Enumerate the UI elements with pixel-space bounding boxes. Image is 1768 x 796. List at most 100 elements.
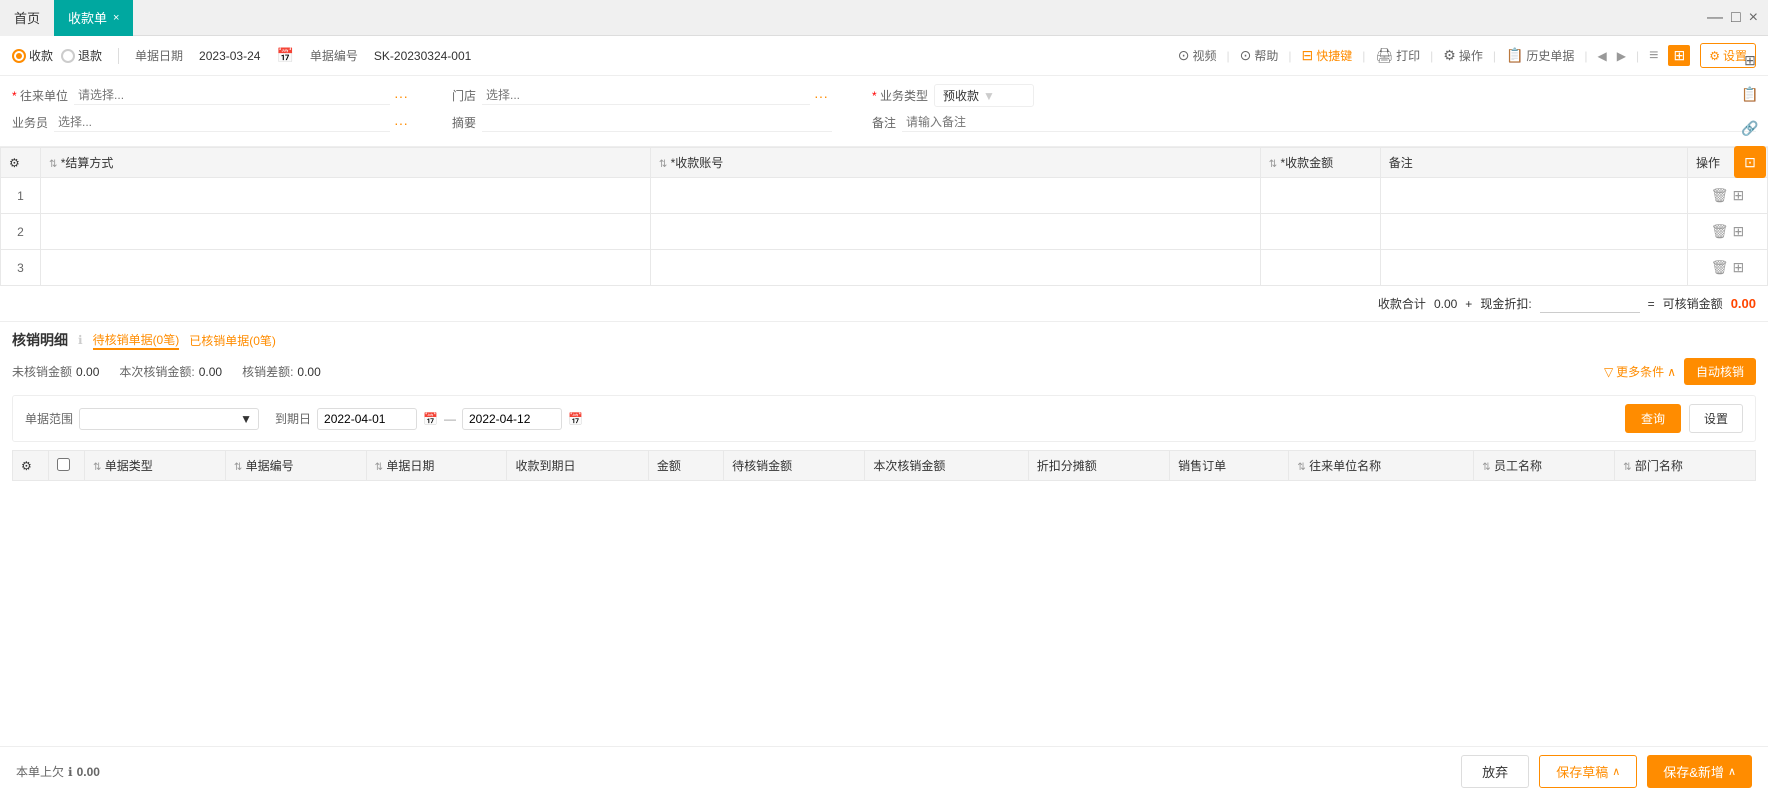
info-icon[interactable]: ℹ: [78, 333, 83, 347]
nav-right-btn[interactable]: ▶: [1617, 49, 1626, 63]
tab-close-icon[interactable]: ×: [113, 12, 119, 24]
tab-home[interactable]: 首页: [0, 0, 54, 36]
info-circle-icon[interactable]: ℹ: [68, 765, 73, 779]
sidebar-icon-link[interactable]: 🔗: [1734, 112, 1766, 144]
history-icon: 📋: [1506, 47, 1523, 64]
tab-receipt[interactable]: 收款单 ×: [54, 0, 133, 36]
cell-account-1[interactable]: [650, 178, 1260, 214]
sidebar-icon-table[interactable]: ⊞: [1734, 44, 1766, 76]
calendar-from-icon[interactable]: 📅: [423, 412, 438, 426]
save-draft-btn[interactable]: 保存草稿 ∧: [1539, 755, 1637, 788]
delete-icon-2[interactable]: 🗑: [1711, 223, 1729, 240]
collection-label: 收款合计: [1378, 295, 1426, 312]
copy-icon-1[interactable]: ⊞: [1733, 187, 1745, 204]
tab-done[interactable]: 已核销单据(0笔): [189, 332, 276, 349]
diff-label: 核销差额:: [242, 363, 293, 380]
cell-note-2[interactable]: [1380, 214, 1687, 250]
auto-reconcile-btn[interactable]: 自动核销: [1684, 358, 1756, 385]
summary-label: 摘要: [452, 114, 476, 131]
bottom-info: 本单上欠 ℹ 0.00: [16, 763, 100, 780]
select-all-checkbox[interactable]: [57, 458, 70, 471]
minimize-icon[interactable]: —: [1707, 9, 1723, 27]
store-field: 门店 ···: [452, 86, 832, 105]
nav-left-btn[interactable]: ◀: [1598, 49, 1607, 63]
video-btn[interactable]: ⊙ 视频: [1178, 47, 1217, 64]
table-row: 2 🗑 ⊞: [1, 214, 1768, 250]
summary-input[interactable]: [482, 113, 832, 132]
store-more-btn[interactable]: ···: [810, 88, 832, 104]
salesperson-input[interactable]: [54, 113, 390, 132]
shortcut-btn[interactable]: ⊟ 快捷键: [1301, 47, 1352, 64]
table-settings-icon[interactable]: ⚙: [9, 156, 20, 170]
cell-settlement-2[interactable]: [41, 214, 651, 250]
cell-account-2[interactable]: [650, 214, 1260, 250]
operation-btn[interactable]: ⚙ 操作: [1443, 47, 1483, 64]
partner-more-btn[interactable]: ···: [390, 88, 412, 104]
cell-note-3[interactable]: [1380, 250, 1687, 286]
cell-amount-2[interactable]: [1260, 214, 1380, 250]
divider-1: [118, 48, 119, 64]
table-row: 3 🗑 ⊞: [1, 250, 1768, 286]
save-new-btn[interactable]: 保存&新增 ∧: [1647, 755, 1752, 788]
reconciliation-table: ⚙ ⇅ 单据类型 ⇅ 单据编号 ⇅ 单据日期: [12, 450, 1756, 481]
cell-amount-3[interactable]: [1260, 250, 1380, 286]
recon-settings-icon[interactable]: ⚙: [21, 459, 32, 473]
radio-refund-dot: [61, 49, 75, 63]
tab-pending[interactable]: 待核销单据(0笔): [93, 331, 180, 350]
sidebar-icon-doc[interactable]: 📋: [1734, 78, 1766, 110]
store-input[interactable]: [482, 86, 810, 105]
delete-icon-1[interactable]: 🗑: [1711, 187, 1729, 204]
history-btn[interactable]: 📋 历史单据: [1506, 47, 1574, 64]
more-conditions-btn[interactable]: ▽ 更多条件 ∧: [1604, 363, 1676, 380]
date-to-input[interactable]: [462, 408, 562, 430]
partner-label: 往来单位: [12, 87, 68, 104]
sort-icon: ⇅: [49, 159, 57, 170]
form-section: 往来单位 ··· 门店 ··· 业务类型 预收款 ▼ 业务员: [0, 76, 1768, 147]
recon-col-settings: ⚙: [13, 451, 49, 481]
grid-view-btn[interactable]: ⊞: [1668, 45, 1690, 66]
bottom-label: 本单上欠: [16, 763, 64, 780]
operation-icon: ⚙: [1443, 47, 1456, 64]
toolbar-right: ⊙ 视频 | ⊙ 帮助 | ⊟ 快捷键 | 🖨 打印 | ⚙ 操作: [1178, 43, 1756, 68]
cell-action-3: 🗑 ⊞: [1688, 250, 1768, 286]
range-select[interactable]: ▼: [79, 408, 259, 430]
help-icon: ⊙: [1240, 47, 1252, 64]
cell-note-1[interactable]: [1380, 178, 1687, 214]
note-input[interactable]: [902, 113, 1756, 132]
plus-sign: +: [1465, 297, 1472, 311]
close-icon[interactable]: ×: [1749, 9, 1758, 27]
calendar-to-icon[interactable]: 📅: [568, 412, 583, 426]
recon-col-type: ⇅ 单据类型: [85, 451, 226, 481]
discount-input[interactable]: [1540, 294, 1640, 313]
cell-account-3[interactable]: [650, 250, 1260, 286]
radio-receipt[interactable]: 收款: [12, 47, 53, 64]
list-view-btn[interactable]: ≡: [1649, 47, 1658, 65]
cell-settlement-1[interactable]: [41, 178, 651, 214]
recon-col-partner: ⇅ 往来单位名称: [1289, 451, 1474, 481]
copy-icon-3[interactable]: ⊞: [1733, 259, 1745, 276]
query-btn[interactable]: 查询: [1625, 404, 1681, 433]
unchecked-stat: 未核销金额 0.00: [12, 363, 99, 380]
date-from-input[interactable]: [317, 408, 417, 430]
biz-type-value: 预收款: [943, 87, 979, 104]
calendar-icon[interactable]: 📅: [276, 47, 293, 64]
maximize-icon[interactable]: □: [1731, 9, 1741, 27]
biz-type-dropdown[interactable]: 预收款 ▼: [934, 84, 1034, 107]
salesperson-more-btn[interactable]: ···: [390, 115, 412, 131]
print-btn[interactable]: 🖨 打印: [1375, 47, 1420, 64]
recon-col-pending: 待核销金额: [724, 451, 865, 481]
receipt-refund-toggle: 收款 退款: [12, 47, 102, 64]
partner-input[interactable]: [74, 86, 390, 105]
chevron-up-icon: ∧: [1667, 365, 1676, 379]
cell-settlement-3[interactable]: [41, 250, 651, 286]
help-btn[interactable]: ⊙ 帮助: [1240, 47, 1279, 64]
copy-icon-2[interactable]: ⊞: [1733, 223, 1745, 240]
cell-amount-1[interactable]: [1260, 178, 1380, 214]
gear-icon: ⚙: [1709, 49, 1720, 63]
print-icon: 🖨: [1375, 47, 1393, 64]
sidebar-icon-expand[interactable]: ⊡: [1734, 146, 1766, 178]
discard-btn[interactable]: 放弃: [1461, 755, 1529, 788]
filter-settings-btn[interactable]: 设置: [1689, 404, 1743, 433]
radio-refund[interactable]: 退款: [61, 47, 102, 64]
delete-icon-3[interactable]: 🗑: [1711, 259, 1729, 276]
